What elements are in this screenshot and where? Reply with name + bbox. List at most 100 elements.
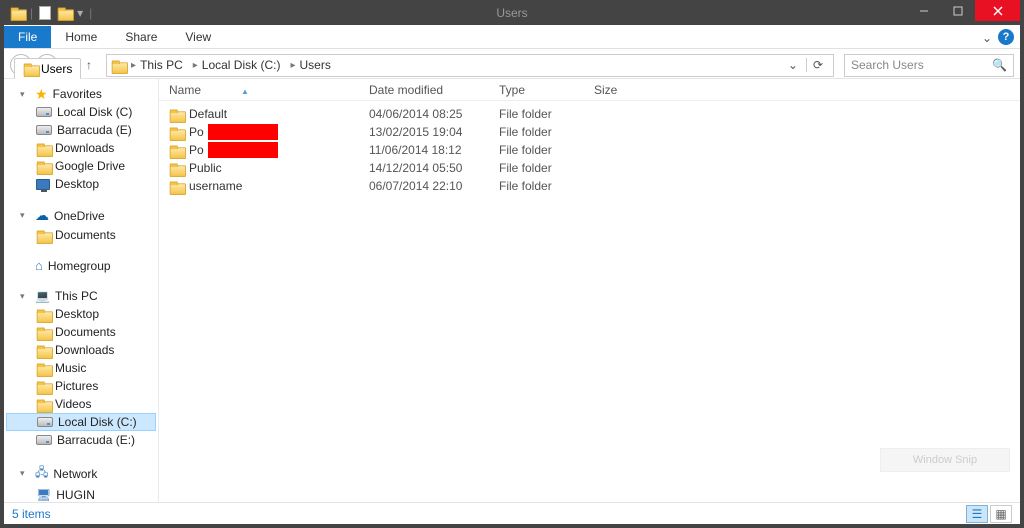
- file-name: username: [189, 179, 242, 193]
- file-name: Public: [189, 161, 222, 175]
- file-type: File folder: [499, 179, 594, 193]
- sidebar-item-downloads[interactable]: Downloads: [6, 139, 156, 157]
- sidebar-item-pc-pictures[interactable]: Pictures: [6, 377, 156, 395]
- table-row[interactable]: Default04/06/2014 08:25File folder: [169, 105, 1020, 123]
- column-headers: Name▲ Date modified Type Size: [159, 79, 1020, 101]
- minimize-button[interactable]: [907, 0, 941, 21]
- sidebar-item-barracuda-e[interactable]: Barracuda (E): [6, 121, 156, 139]
- close-button[interactable]: [975, 0, 1020, 21]
- crumb-thispc[interactable]: This PC: [140, 58, 183, 72]
- file-date: 13/02/2015 19:04: [369, 125, 499, 139]
- address-bar[interactable]: ▸ This PC ▸ Local Disk (C:) ▸ Users ⌄ ⟳: [106, 54, 834, 77]
- address-dropdown-icon[interactable]: ⌄: [782, 58, 804, 72]
- folder-icon: [37, 399, 50, 409]
- sidebar-item-pc-localdisk-c[interactable]: Local Disk (C:): [6, 413, 156, 431]
- sidebar-item-googledrive[interactable]: Google Drive: [6, 157, 156, 175]
- sidebar-item-pc-documents[interactable]: Documents: [6, 323, 156, 341]
- star-icon: ★: [35, 87, 48, 101]
- qat-newfolder-icon[interactable]: [58, 8, 71, 18]
- folder-icon: [170, 181, 183, 191]
- cloud-icon: ☁: [35, 207, 49, 224]
- crumb-users[interactable]: Users: [300, 58, 331, 72]
- tab-view[interactable]: View: [171, 26, 225, 48]
- tab-file[interactable]: File: [4, 26, 51, 48]
- sidebar-thispc[interactable]: ▾💻This PC: [6, 287, 156, 305]
- folder-tab[interactable]: Users: [14, 58, 81, 79]
- help-icon[interactable]: ?: [998, 29, 1014, 45]
- file-date: 11/06/2014 18:12: [369, 143, 499, 157]
- sidebar-network[interactable]: ▾🖧Network: [6, 461, 156, 486]
- sidebar-homegroup[interactable]: ⌂Homegroup: [6, 256, 156, 275]
- content-pane: Name▲ Date modified Type Size Default04/…: [159, 79, 1020, 502]
- sidebar-item-pc-downloads[interactable]: Downloads: [6, 341, 156, 359]
- col-name[interactable]: Name▲: [169, 83, 369, 97]
- folder-icon: [170, 127, 183, 137]
- up-button[interactable]: ↑: [80, 58, 98, 72]
- drive-icon: [36, 125, 52, 135]
- folder-icon: [37, 161, 50, 171]
- folder-tab-icon: [24, 64, 37, 74]
- table-row[interactable]: Po11/06/2014 18:12File folder: [169, 141, 1020, 159]
- sidebar-item-localdisk-c[interactable]: Local Disk (C): [6, 103, 156, 121]
- search-input[interactable]: Search Users 🔍: [844, 54, 1014, 77]
- maximize-button[interactable]: [941, 0, 975, 21]
- search-icon[interactable]: 🔍: [992, 58, 1007, 72]
- col-size[interactable]: Size: [594, 83, 654, 97]
- file-type: File folder: [499, 161, 594, 175]
- table-row[interactable]: Po13/02/2015 19:04File folder: [169, 123, 1020, 141]
- sidebar-favorites[interactable]: ▾★Favorites: [6, 85, 156, 103]
- sidebar-item-pc-barracuda-e[interactable]: Barracuda (E:): [6, 431, 156, 449]
- tab-share[interactable]: Share: [111, 26, 171, 48]
- crumb-drive[interactable]: Local Disk (C:): [202, 58, 281, 72]
- ribbon-collapse-icon[interactable]: ⌄: [982, 31, 992, 45]
- chevron-right-icon[interactable]: ▸: [131, 60, 136, 71]
- col-date[interactable]: Date modified: [369, 83, 499, 97]
- file-date: 04/06/2014 08:25: [369, 107, 499, 121]
- address-folder-icon: [112, 60, 125, 70]
- file-type: File folder: [499, 107, 594, 121]
- network-icon: 🖧: [35, 463, 48, 484]
- folder-icon: [170, 109, 183, 119]
- sidebar-item-hugin[interactable]: 🖥HUGIN: [6, 486, 156, 502]
- folder-tab-label: Users: [41, 62, 72, 76]
- chevron-right-icon[interactable]: ▸: [290, 60, 295, 71]
- qat-separator: |: [30, 6, 33, 20]
- file-date: 06/07/2014 22:10: [369, 179, 499, 193]
- view-icons-button[interactable]: ▦: [990, 505, 1012, 523]
- folder-icon: [37, 309, 50, 319]
- file-list: Default04/06/2014 08:25File folder Po 13/0…: [159, 101, 1020, 195]
- sidebar-item-desktop[interactable]: Desktop: [6, 175, 156, 193]
- tab-home[interactable]: Home: [51, 26, 111, 48]
- folder-icon: [37, 327, 50, 337]
- col-type[interactable]: Type: [499, 83, 594, 97]
- file-type: File folder: [499, 143, 594, 157]
- refresh-icon[interactable]: ⟳: [806, 58, 829, 72]
- sidebar: ▾★Favorites Local Disk (C) Barracuda (E)…: [4, 79, 159, 502]
- sidebar-item-documents[interactable]: Documents: [6, 226, 156, 244]
- folder-icon: [37, 363, 50, 373]
- sidebar-item-pc-desktop[interactable]: Desktop: [6, 305, 156, 323]
- sidebar-item-pc-videos[interactable]: Videos: [6, 395, 156, 413]
- drive-icon: [36, 107, 52, 117]
- app-icon: [11, 8, 24, 18]
- status-bar: 5 items ☰ ▦: [4, 502, 1020, 524]
- status-item-count: 5 items: [12, 507, 51, 521]
- sidebar-onedrive[interactable]: ▾☁OneDrive: [6, 205, 156, 226]
- drive-icon: [36, 435, 52, 445]
- folder-icon: [37, 381, 50, 391]
- file-date: 14/12/2014 05:50: [369, 161, 499, 175]
- qat-properties-icon[interactable]: [39, 6, 51, 20]
- redacted-area: [208, 142, 278, 158]
- qat-dropdown-icon[interactable]: ▾: [77, 6, 83, 20]
- table-row[interactable]: Public 14/12/2014 05:50File folder: [169, 159, 1020, 177]
- file-name: Po: [189, 125, 204, 139]
- sidebar-item-pc-music[interactable]: Music: [6, 359, 156, 377]
- chevron-right-icon[interactable]: ▸: [193, 60, 198, 71]
- redacted-area: [208, 124, 278, 140]
- homegroup-icon: ⌂: [35, 258, 43, 273]
- qat-separator2: |: [89, 6, 92, 20]
- nav-bar: ← → ▾ ↑ ▸This PC ▸Local Disk (C:) ▸Users…: [4, 49, 1020, 79]
- table-row[interactable]: username 06/07/2014 22:10File folder: [169, 177, 1020, 195]
- view-details-button[interactable]: ☰: [966, 505, 988, 523]
- sort-asc-icon: ▲: [241, 87, 249, 96]
